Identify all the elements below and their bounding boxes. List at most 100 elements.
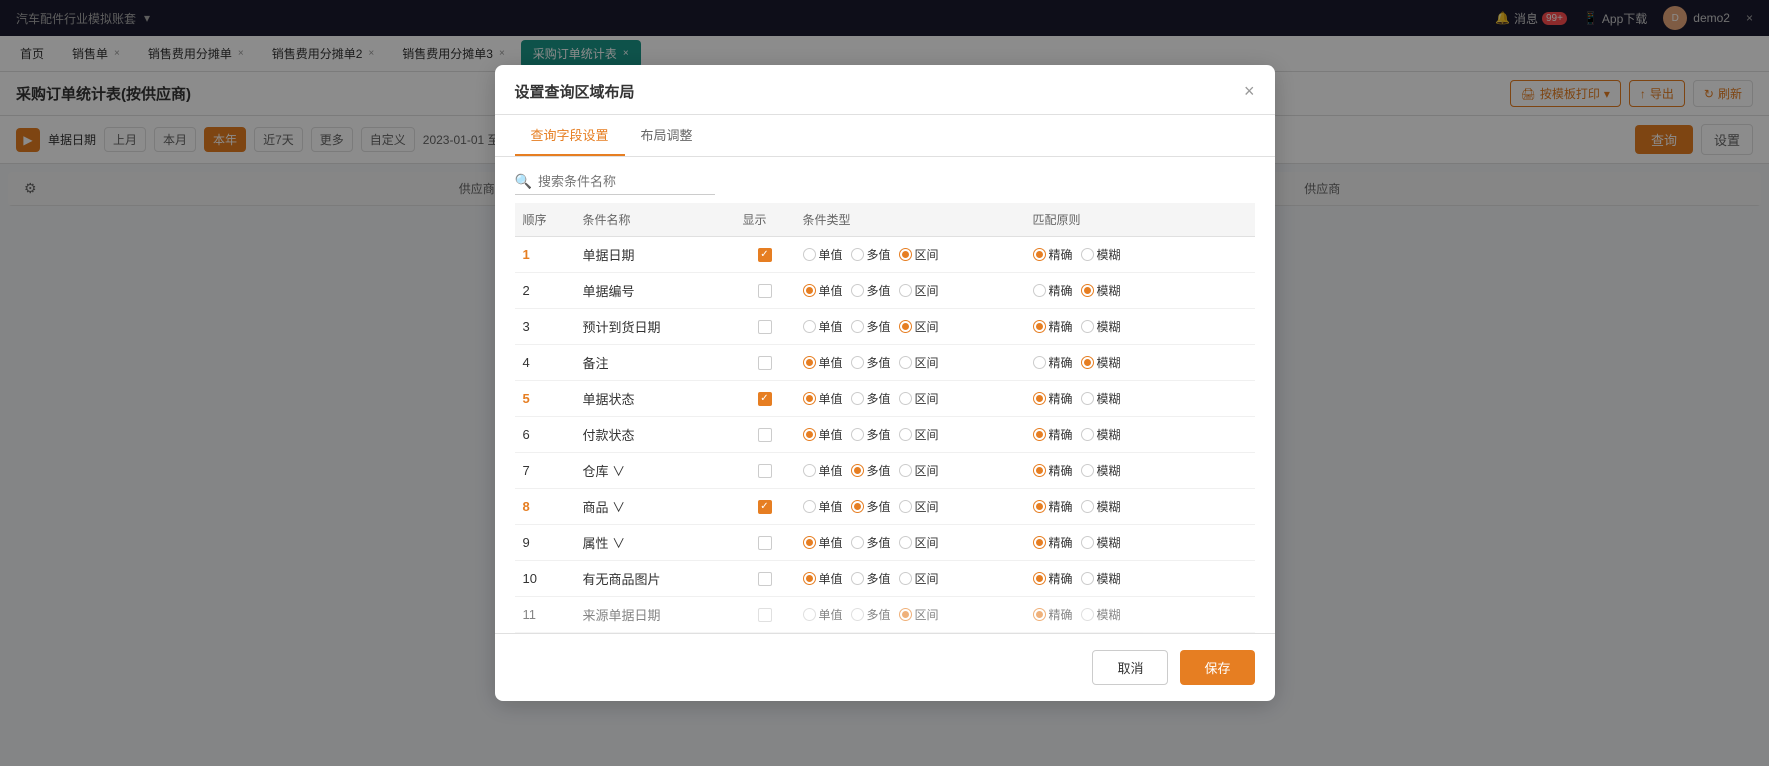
row-name: 备注: [575, 353, 735, 372]
display-checkbox[interactable]: [758, 464, 772, 478]
table-row: 6 付款状态 单值 多值 区间 精确 模糊: [515, 417, 1255, 453]
type-radio-multi[interactable]: 多值: [851, 246, 891, 263]
row-display[interactable]: [735, 356, 795, 370]
display-checkbox[interactable]: [758, 356, 772, 370]
table-row: 2 单据编号 单值 多值 区间 精确 模糊: [515, 273, 1255, 309]
match-radio-exact[interactable]: 精确: [1033, 246, 1073, 263]
display-checkbox[interactable]: [758, 320, 772, 334]
table-row: 10 有无商品图片 单值 多值 区间 精确 模糊: [515, 561, 1255, 597]
row-match: 精确 模糊: [1025, 390, 1255, 407]
row-type: 单值 多值 区间: [795, 534, 1025, 551]
row-match: 精确 模糊: [1025, 606, 1255, 623]
dialog-title: 设置查询区域布局: [515, 81, 635, 102]
settings-dialog: 设置查询区域布局 × 查询字段设置 布局调整 🔍 顺序 条件名称 显示 条件类型…: [495, 65, 1275, 701]
row-order: 8: [515, 499, 575, 514]
search-input[interactable]: [538, 174, 708, 189]
row-display[interactable]: [735, 500, 795, 514]
display-checkbox[interactable]: [758, 500, 772, 514]
row-name: 商品 ∨: [575, 497, 735, 516]
dialog-search: 🔍: [495, 157, 1275, 203]
row-type: 单值 多值 区间: [795, 246, 1025, 263]
col-order: 顺序: [515, 211, 575, 228]
dialog-tab-query[interactable]: 查询字段设置: [515, 115, 625, 156]
row-type: 单值 多值 区间: [795, 606, 1025, 623]
row-name: 预计到货日期: [575, 317, 735, 336]
row-match: 精确 模糊: [1025, 246, 1255, 263]
table-row: 9 属性 ∨ 单值 多值 区间 精确 模糊: [515, 525, 1255, 561]
row-match: 精确 模糊: [1025, 282, 1255, 299]
row-display[interactable]: [735, 608, 795, 622]
dialog-footer: 取消 保存: [495, 633, 1275, 701]
display-checkbox[interactable]: [758, 284, 772, 298]
dialog-header: 设置查询区域布局 ×: [495, 65, 1275, 115]
row-display[interactable]: [735, 392, 795, 406]
table-row: 7 仓库 ∨ 单值 多值 区间 精确 模糊: [515, 453, 1255, 489]
type-radio-range[interactable]: 区间: [899, 246, 939, 263]
row-display[interactable]: [735, 248, 795, 262]
col-match: 匹配原则: [1025, 211, 1255, 228]
row-match: 精确 模糊: [1025, 498, 1255, 515]
table-row: 1 单据日期 单值 多值 区间 精确 模糊: [515, 237, 1255, 273]
search-icon: 🔍: [515, 173, 532, 190]
row-display[interactable]: [735, 572, 795, 586]
table-row: 4 备注 单值 多值 区间 精确 模糊: [515, 345, 1255, 381]
row-display[interactable]: [735, 320, 795, 334]
row-display[interactable]: [735, 284, 795, 298]
table-row: 11 来源单据日期 单值 多值 区间 精确 模糊: [515, 597, 1255, 633]
row-order: 4: [515, 355, 575, 370]
row-match: 精确 模糊: [1025, 354, 1255, 371]
cancel-btn[interactable]: 取消: [1092, 650, 1168, 685]
save-btn[interactable]: 保存: [1180, 650, 1254, 685]
display-checkbox[interactable]: [758, 608, 772, 622]
table-row: 8 商品 ∨ 单值 多值 区间 精确 模糊: [515, 489, 1255, 525]
row-order: 7: [515, 463, 575, 478]
display-checkbox[interactable]: [758, 536, 772, 550]
row-order: 3: [515, 319, 575, 334]
display-checkbox[interactable]: [758, 392, 772, 406]
row-display[interactable]: [735, 536, 795, 550]
row-type: 单值 多值 区间: [795, 462, 1025, 479]
row-order: 10: [515, 571, 575, 586]
row-name: 属性 ∨: [575, 533, 735, 552]
col-display: 显示: [735, 211, 795, 228]
row-match: 精确 模糊: [1025, 462, 1255, 479]
conditions-table-header: 顺序 条件名称 显示 条件类型 匹配原则: [515, 203, 1255, 237]
search-wrap: 🔍: [515, 169, 715, 195]
dialog-close-btn[interactable]: ×: [1244, 81, 1255, 102]
row-name: 有无商品图片: [575, 569, 735, 588]
match-radio-group: 精确 模糊: [1033, 246, 1121, 263]
dialog-overlay: 设置查询区域布局 × 查询字段设置 布局调整 🔍 顺序 条件名称 显示 条件类型…: [0, 0, 1769, 766]
display-checkbox[interactable]: [758, 428, 772, 442]
display-checkbox[interactable]: [758, 248, 772, 262]
row-type: 单值 多值 区间: [795, 498, 1025, 515]
col-type: 条件类型: [795, 211, 1025, 228]
row-type: 单值 多值 区间: [795, 426, 1025, 443]
row-match: 精确 模糊: [1025, 534, 1255, 551]
row-type: 单值 多值 区间: [795, 318, 1025, 335]
row-order: 1: [515, 247, 575, 262]
row-match: 精确 模糊: [1025, 570, 1255, 587]
row-name: 来源单据日期: [575, 605, 735, 624]
row-order: 9: [515, 535, 575, 550]
row-order: 5: [515, 391, 575, 406]
row-name: 单据状态: [575, 389, 735, 408]
row-name: 仓库 ∨: [575, 461, 735, 480]
row-name: 付款状态: [575, 425, 735, 444]
row-name: 单据编号: [575, 281, 735, 300]
row-display[interactable]: [735, 428, 795, 442]
match-radio-fuzzy[interactable]: 模糊: [1081, 246, 1121, 263]
row-name: 单据日期: [575, 245, 735, 264]
row-order: 2: [515, 283, 575, 298]
table-row: 5 单据状态 单值 多值 区间 精确 模糊: [515, 381, 1255, 417]
row-display[interactable]: [735, 464, 795, 478]
row-type: 单值 多值 区间: [795, 570, 1025, 587]
row-type: 单值 多值 区间: [795, 390, 1025, 407]
dialog-tabs: 查询字段设置 布局调整: [495, 115, 1275, 157]
dialog-tab-layout[interactable]: 布局调整: [625, 115, 709, 156]
display-checkbox[interactable]: [758, 572, 772, 586]
row-type: 单值 多值 区间: [795, 282, 1025, 299]
table-row: 3 预计到货日期 单值 多值 区间 精确 模糊: [515, 309, 1255, 345]
type-radio-group: 单值 多值 区间: [803, 246, 939, 263]
type-radio-single[interactable]: 单值: [803, 246, 843, 263]
conditions-table: 顺序 条件名称 显示 条件类型 匹配原则 1 单据日期 单值 多值 区间: [495, 203, 1275, 633]
